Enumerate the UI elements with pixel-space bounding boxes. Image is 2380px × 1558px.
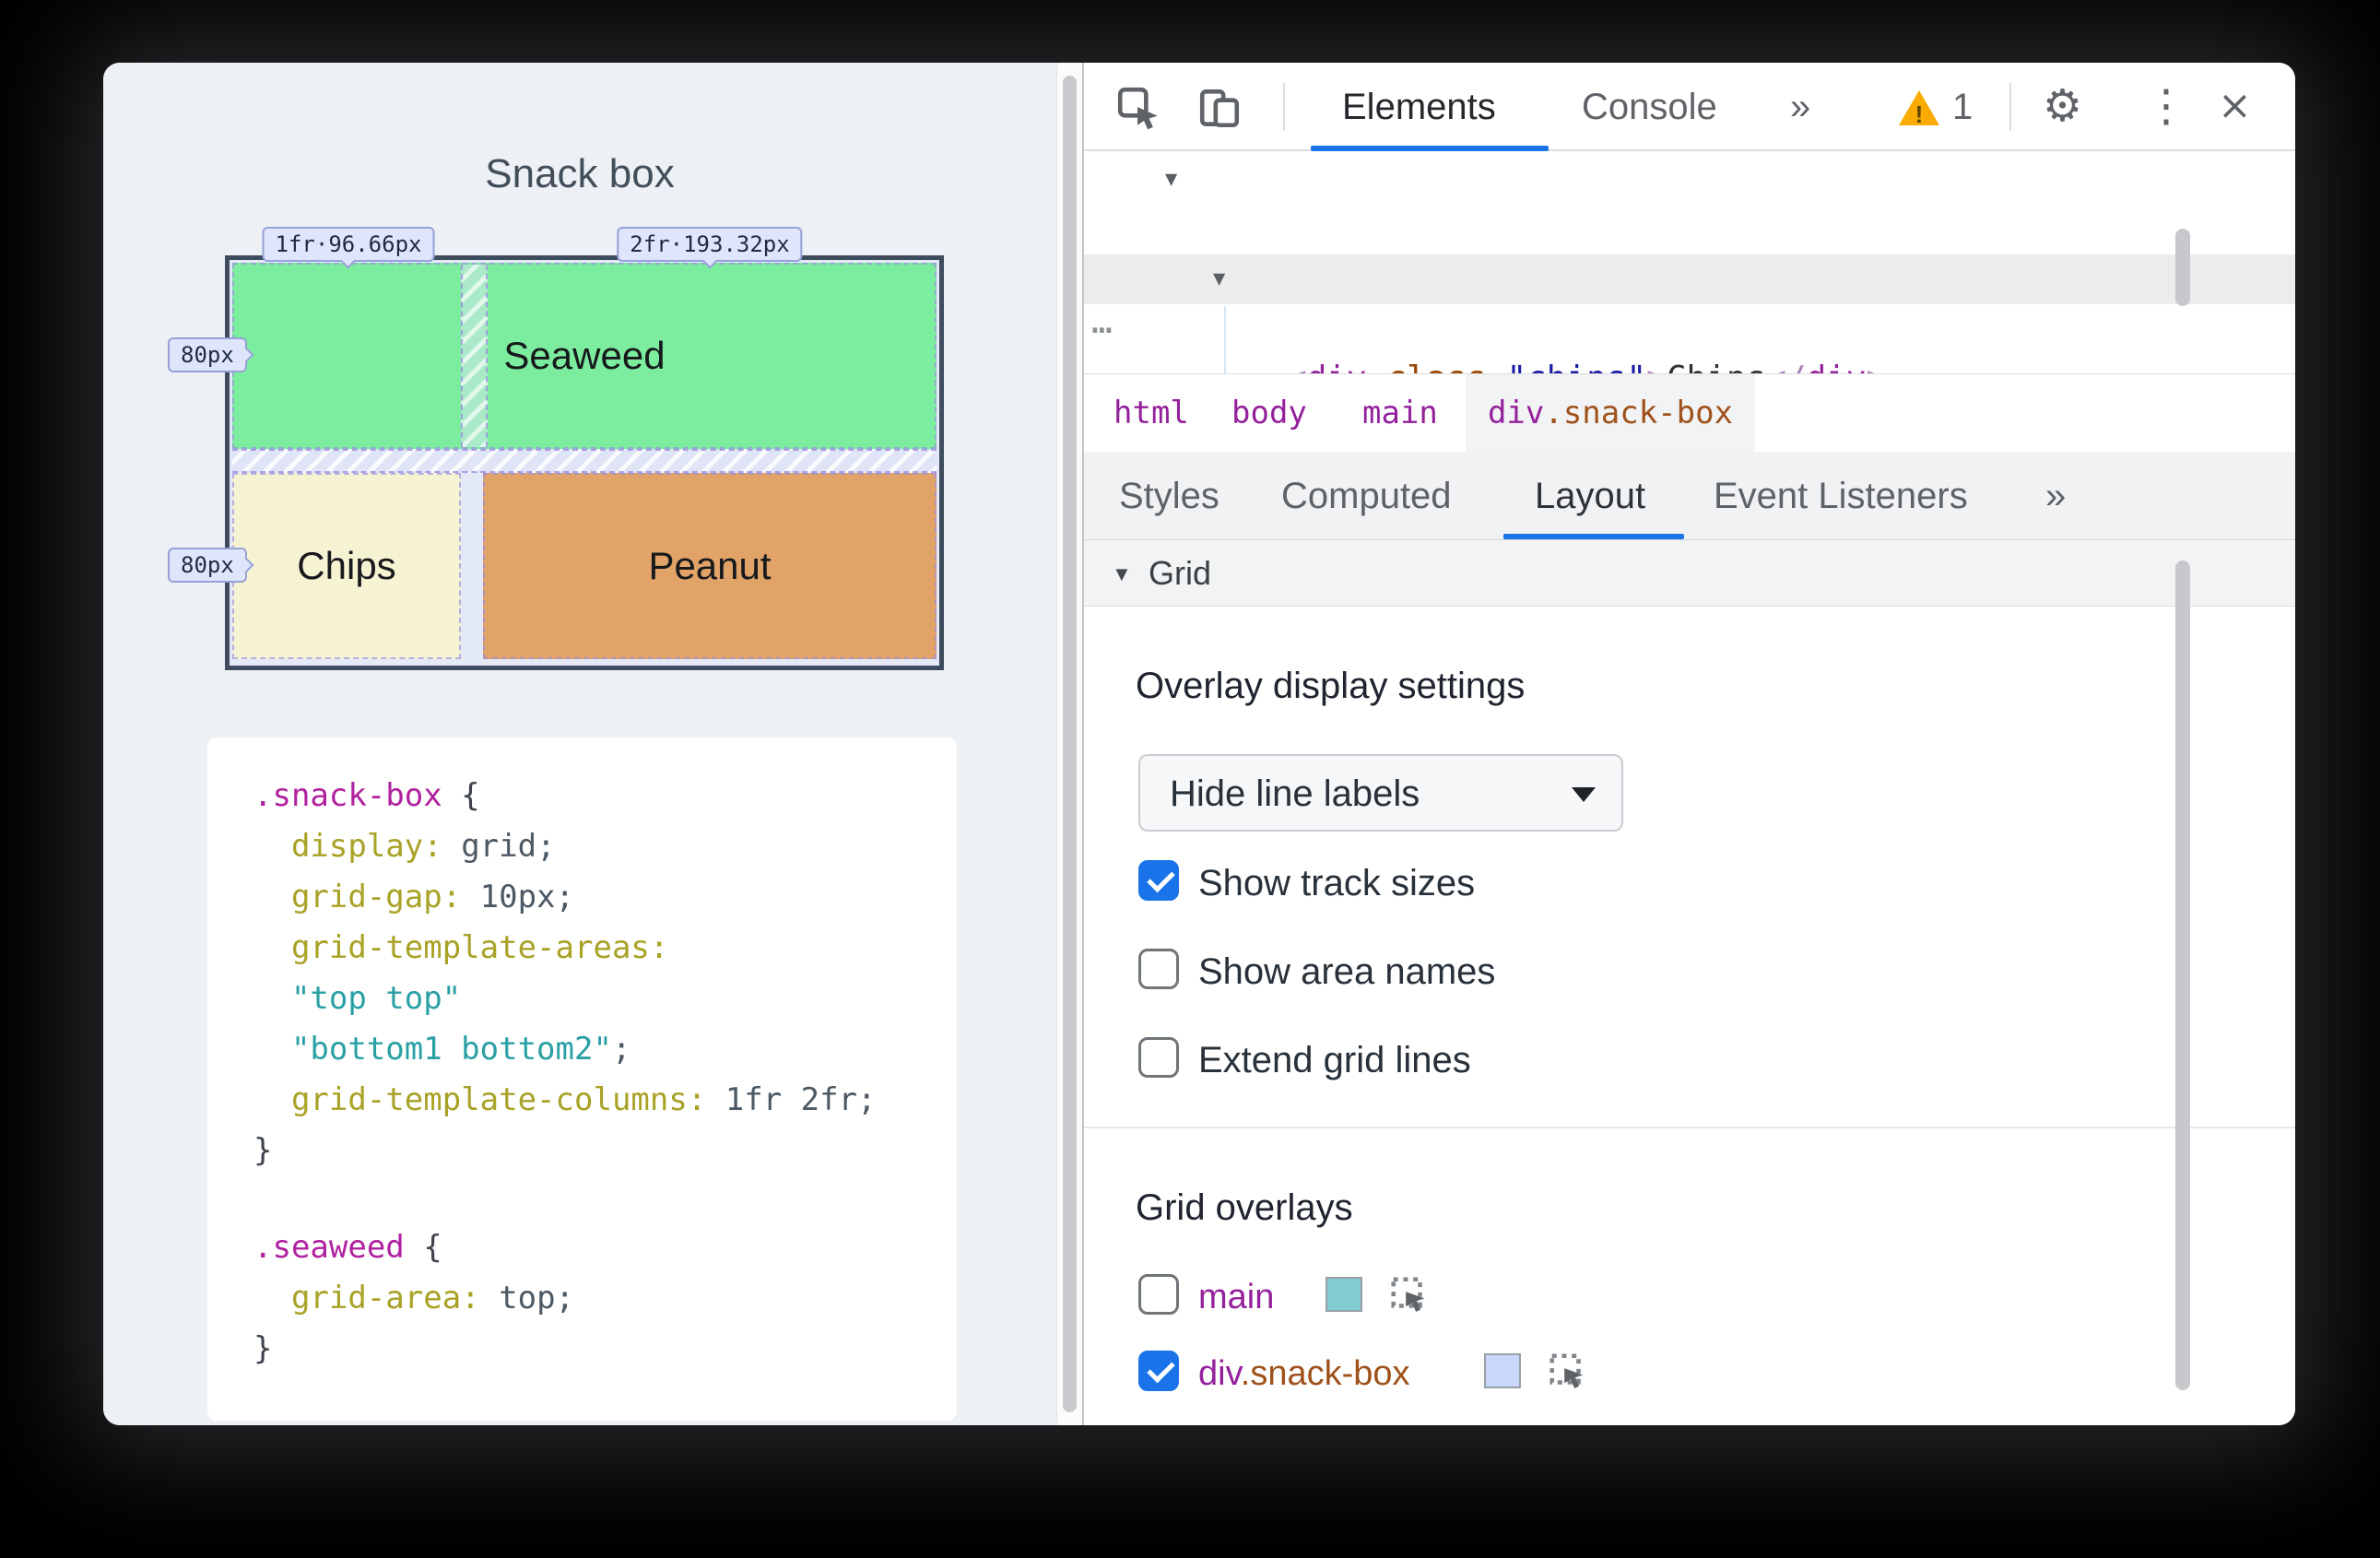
tab-layout[interactable]: Layout [1535,474,1645,518]
show-element-icon[interactable] [1547,1351,1589,1393]
section-divider [1084,1127,2295,1128]
seaweed-label: Seaweed [503,334,666,377]
checkbox-show-area-names[interactable] [1138,949,1179,989]
more-tabs-icon[interactable]: » [1790,85,1810,129]
grid-item-peanut: Peanut [483,473,937,659]
inspect-element-icon[interactable] [1115,85,1161,131]
checkbox-label[interactable]: Show area names [1198,951,1495,993]
overlay-color-swatch-main[interactable] [1325,1277,1362,1312]
checkbox-overlay-main[interactable] [1138,1274,1179,1315]
snack-box-grid: Seaweed Chips Peanut [225,255,944,670]
dom-scrollbar-thumb[interactable] [2175,229,2190,306]
grid-section-title: Grid [1149,554,1212,592]
collapse-arrow-icon[interactable]: ▼ [1112,562,1132,586]
dom-row-peanut-clipped[interactable]: <div class="peanut">Peanut</div> [1084,354,2295,373]
checkbox-extend-grid-lines[interactable] [1138,1037,1179,1078]
show-element-icon[interactable] [1388,1274,1431,1316]
breadcrumb: html body main div.snack-box [1084,373,2295,452]
tree-indent-guide [1224,306,1226,373]
checkbox-label[interactable]: Show track sizes [1198,863,1475,904]
chevron-down-icon [1572,787,1596,802]
checkbox-overlay-snack-box[interactable] [1138,1351,1179,1391]
layout-scrollbar-thumb[interactable] [2175,561,2190,1390]
toolbar-divider [2009,83,2011,131]
layout-pane: Overlay display settings Hide line label… [1084,607,2295,1425]
devtools-panel: Elements Console » ! 1 ⚙ ⋮ × ▼ <main>gri… [1082,63,2295,1425]
crumb-html[interactable]: html [1113,374,1189,452]
grid-item-chips: Chips [232,473,461,659]
kebab-menu-icon[interactable]: ⋮ [2144,77,2188,135]
tab-event-listeners[interactable]: Event Listeners [1714,474,1968,518]
page-title: Snack box [485,151,675,196]
checkbox-label[interactable]: Extend grid lines [1198,1040,1471,1081]
tab-elements[interactable]: Elements [1342,85,1496,129]
tab-computed[interactable]: Computed [1281,474,1452,518]
dom-row-main[interactable]: ▼ <main>grid [1084,155,2295,299]
overlay-label-main[interactable]: main [1198,1278,1274,1317]
grid-track-label-row1: 80px [168,337,254,372]
expand-arrow-icon[interactable]: ▼ [1213,254,1225,304]
gear-icon[interactable]: ⚙ [2043,77,2082,135]
page-pane: Snack box 1fr·96.66px 2fr·193.32px 80px … [103,63,1082,1425]
grid-gap-column-overlay [461,265,488,447]
warning-count[interactable]: 1 [1952,85,1973,129]
peanut-label: Peanut [648,544,772,587]
page-scrollbar-thumb[interactable] [1063,76,1077,1412]
dropdown-value: Hide line labels [1170,773,1420,814]
grid-track-label-col1: 1fr·96.66px [262,227,435,269]
chips-label: Chips [297,544,396,587]
grid-track-label-col2: 2fr·193.32px [617,227,803,269]
tab-styles[interactable]: Styles [1119,474,1219,518]
grid-section-header[interactable]: ▼ Grid [1084,540,2295,607]
overlay-color-swatch-snack-box[interactable] [1484,1353,1521,1388]
warning-icon[interactable]: ! [1899,90,1939,125]
dom-row-snack-box-selected[interactable]: ⋯ ▼ <div class="snack-box">grid == $0 [1084,254,2295,349]
dom-tree: ▼ <main>grid <p>Snack box</p> ⋯ ▼ <div c… [1084,151,2295,373]
dom-row-p[interactable]: <p>Snack box</p> [1084,205,2295,298]
tab-console[interactable]: Console [1582,85,1717,129]
toolbar-divider [1283,83,1285,131]
devtools-toolbar: Elements Console » ! 1 ⚙ ⋮ × [1084,63,2295,151]
grid-track-label-row2: 80px [168,548,254,583]
crumb-div-snack-box[interactable]: div.snack-box [1466,374,1755,452]
sidebar-tabs: Styles Computed Layout Event Listeners » [1084,452,2295,540]
checkbox-show-track-sizes[interactable] [1138,860,1179,901]
grid-overlays-heading: Grid overlays [1136,1187,1353,1228]
close-icon[interactable]: × [2218,77,2252,135]
line-labels-dropdown[interactable]: Hide line labels [1138,754,1623,832]
overlay-label-snack-box[interactable]: div.snack-box [1198,1354,1410,1394]
grid-item-seaweed: Seaweed [232,263,937,449]
css-code-block: .snack-box { display: grid; grid-gap: 10… [207,738,957,1421]
dom-row-chips[interactable]: <div class="chips">Chips</div> [1084,304,2295,373]
layout-tab-underline [1503,534,1684,539]
page-scrollbar[interactable] [1056,63,1082,1425]
browser-window: Snack box 1fr·96.66px 2fr·193.32px 80px … [103,63,2295,1425]
crumb-body[interactable]: body [1231,374,1307,452]
grid-gap-row [232,449,937,473]
more-sidebar-tabs-icon[interactable]: » [2045,474,2066,518]
overlay-settings-heading: Overlay display settings [1136,666,1526,706]
expand-arrow-icon[interactable]: ▼ [1165,155,1177,205]
crumb-main[interactable]: main [1362,374,1438,452]
device-toolbar-icon[interactable] [1196,85,1243,131]
